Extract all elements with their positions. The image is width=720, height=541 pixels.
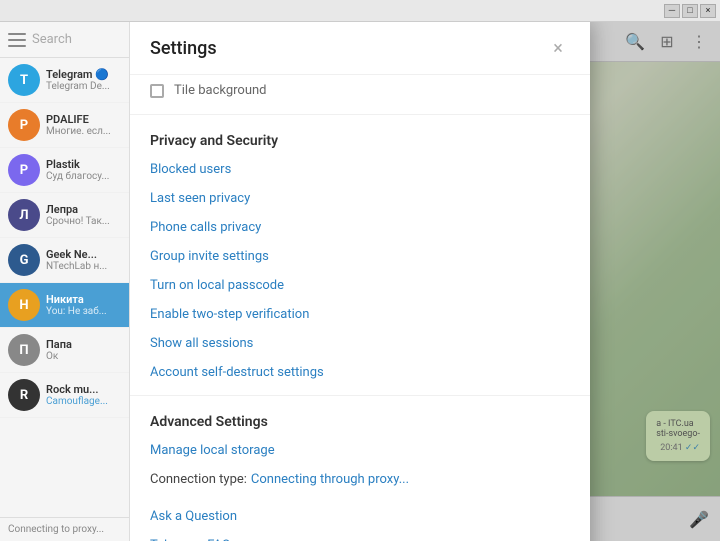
title-bar-buttons: ─ □ × <box>664 4 716 18</box>
contact-preview: Срочно! Так... <box>46 216 121 227</box>
blocked-users-link[interactable]: Blocked users <box>130 155 590 184</box>
show-all-sessions-link[interactable]: Show all sessions <box>130 329 590 358</box>
modal-overlay: Settings × Tile background Privacy and S… <box>130 22 720 541</box>
contact-preview: Ок <box>46 351 121 362</box>
tile-background-label: Tile background <box>174 83 267 98</box>
settings-title: Settings <box>150 38 217 59</box>
app-body: Search T Telegram 🔵 Telegram De... P PDA… <box>0 22 720 541</box>
avatar: R <box>8 379 40 411</box>
avatar: Н <box>8 289 40 321</box>
avatar: Л <box>8 199 40 231</box>
maximize-button[interactable]: □ <box>682 4 698 18</box>
contact-preview: You: Не заб... <box>46 306 121 317</box>
settings-panel: Settings × Tile background Privacy and S… <box>130 22 590 541</box>
contact-item[interactable]: P Plastik Суд благосу... <box>0 148 129 193</box>
contact-info: Папа Ок <box>46 338 121 362</box>
title-bar: ─ □ × <box>0 0 720 22</box>
contact-info: Telegram 🔵 Telegram De... <box>46 68 121 92</box>
contact-preview: Camouflage... <box>46 396 121 407</box>
avatar: T <box>8 64 40 96</box>
contact-item[interactable]: R Rock mu... Camouflage... <box>0 373 129 418</box>
sidebar-status: Connecting to proxy... <box>0 517 129 541</box>
contact-info: Никита You: Не заб... <box>46 293 121 317</box>
settings-body: Tile background Privacy and Security Blo… <box>130 75 590 541</box>
last-seen-privacy-link[interactable]: Last seen privacy <box>130 184 590 213</box>
privacy-section-title: Privacy and Security <box>130 123 590 155</box>
sidebar: Search T Telegram 🔵 Telegram De... P PDA… <box>0 22 130 541</box>
close-window-button[interactable]: × <box>700 4 716 18</box>
advanced-section-title: Advanced Settings <box>130 404 590 436</box>
contact-name: Никита <box>46 293 121 306</box>
manage-local-storage-link[interactable]: Manage local storage <box>130 436 590 465</box>
hamburger-icon[interactable] <box>8 33 26 47</box>
account-self-destruct-settings-link[interactable]: Account self-destruct settings <box>130 358 590 387</box>
minimize-button[interactable]: ─ <box>664 4 680 18</box>
contact-name: PDALIFE <box>46 113 121 126</box>
contact-preview: Telegram De... <box>46 81 121 92</box>
avatar: G <box>8 244 40 276</box>
avatar: P <box>8 109 40 141</box>
group-invite-settings-link[interactable]: Group invite settings <box>130 242 590 271</box>
main-chat: 🔍 ⊞ ⋮ а - ITC.ua sti-svoego- 20:41 ✓✓ ☺ … <box>130 22 720 541</box>
tile-background-checkbox[interactable] <box>150 84 164 98</box>
contact-item[interactable]: P PDALIFE Многие. есл... <box>0 103 129 148</box>
contact-item[interactable]: Л Лепра Срочно! Так... <box>0 193 129 238</box>
contact-item[interactable]: T Telegram 🔵 Telegram De... <box>0 58 129 103</box>
connection-type-value[interactable]: Connecting through proxy... <box>251 472 409 487</box>
telegram-faq-link[interactable]: Telegram FAQ <box>130 531 590 541</box>
contact-preview: NTechLab н... <box>46 261 121 272</box>
contact-name: Plastik <box>46 158 121 171</box>
contact-name: Geek Ne... <box>46 248 121 261</box>
settings-header: Settings × <box>130 22 590 75</box>
tile-background-row: Tile background <box>130 75 590 106</box>
turn-on-local-passcode-link[interactable]: Turn on local passcode <box>130 271 590 300</box>
contact-item[interactable]: Н Никита You: Не заб... <box>0 283 129 328</box>
phone-calls-privacy-link[interactable]: Phone calls privacy <box>130 213 590 242</box>
divider <box>130 395 590 396</box>
contact-name: Rock mu... <box>46 383 121 396</box>
avatar: П <box>8 334 40 366</box>
close-button[interactable]: × <box>546 36 570 60</box>
contact-info: PDALIFE Многие. есл... <box>46 113 121 137</box>
contact-info: Plastik Суд благосу... <box>46 158 121 182</box>
contact-info: Geek Ne... NTechLab н... <box>46 248 121 272</box>
contact-name: Лепра <box>46 203 121 216</box>
avatar: P <box>8 154 40 186</box>
contact-name: Папа <box>46 338 121 351</box>
contact-name: Telegram 🔵 <box>46 68 121 81</box>
contact-item[interactable]: G Geek Ne... NTechLab н... <box>0 238 129 283</box>
app-window: ─ □ × Search T Telegram 🔵 Telegram De... <box>0 0 720 541</box>
contact-info: Лепра Срочно! Так... <box>46 203 121 227</box>
contact-preview: Суд благосу... <box>46 171 121 182</box>
contact-list: T Telegram 🔵 Telegram De... P PDALIFE Мн… <box>0 58 129 517</box>
divider <box>130 114 590 115</box>
contact-info: Rock mu... Camouflage... <box>46 383 121 407</box>
connection-type-row: Connection type: Connecting through prox… <box>130 465 590 494</box>
contact-preview: Многие. есл... <box>46 126 121 137</box>
search-label: Search <box>32 32 72 47</box>
ask-a-question-link[interactable]: Ask a Question <box>130 502 590 531</box>
sidebar-header: Search <box>0 22 129 58</box>
enable-two-step-verification-link[interactable]: Enable two-step verification <box>130 300 590 329</box>
contact-item[interactable]: П Папа Ок <box>0 328 129 373</box>
connection-type-label: Connection type: <box>150 472 247 487</box>
